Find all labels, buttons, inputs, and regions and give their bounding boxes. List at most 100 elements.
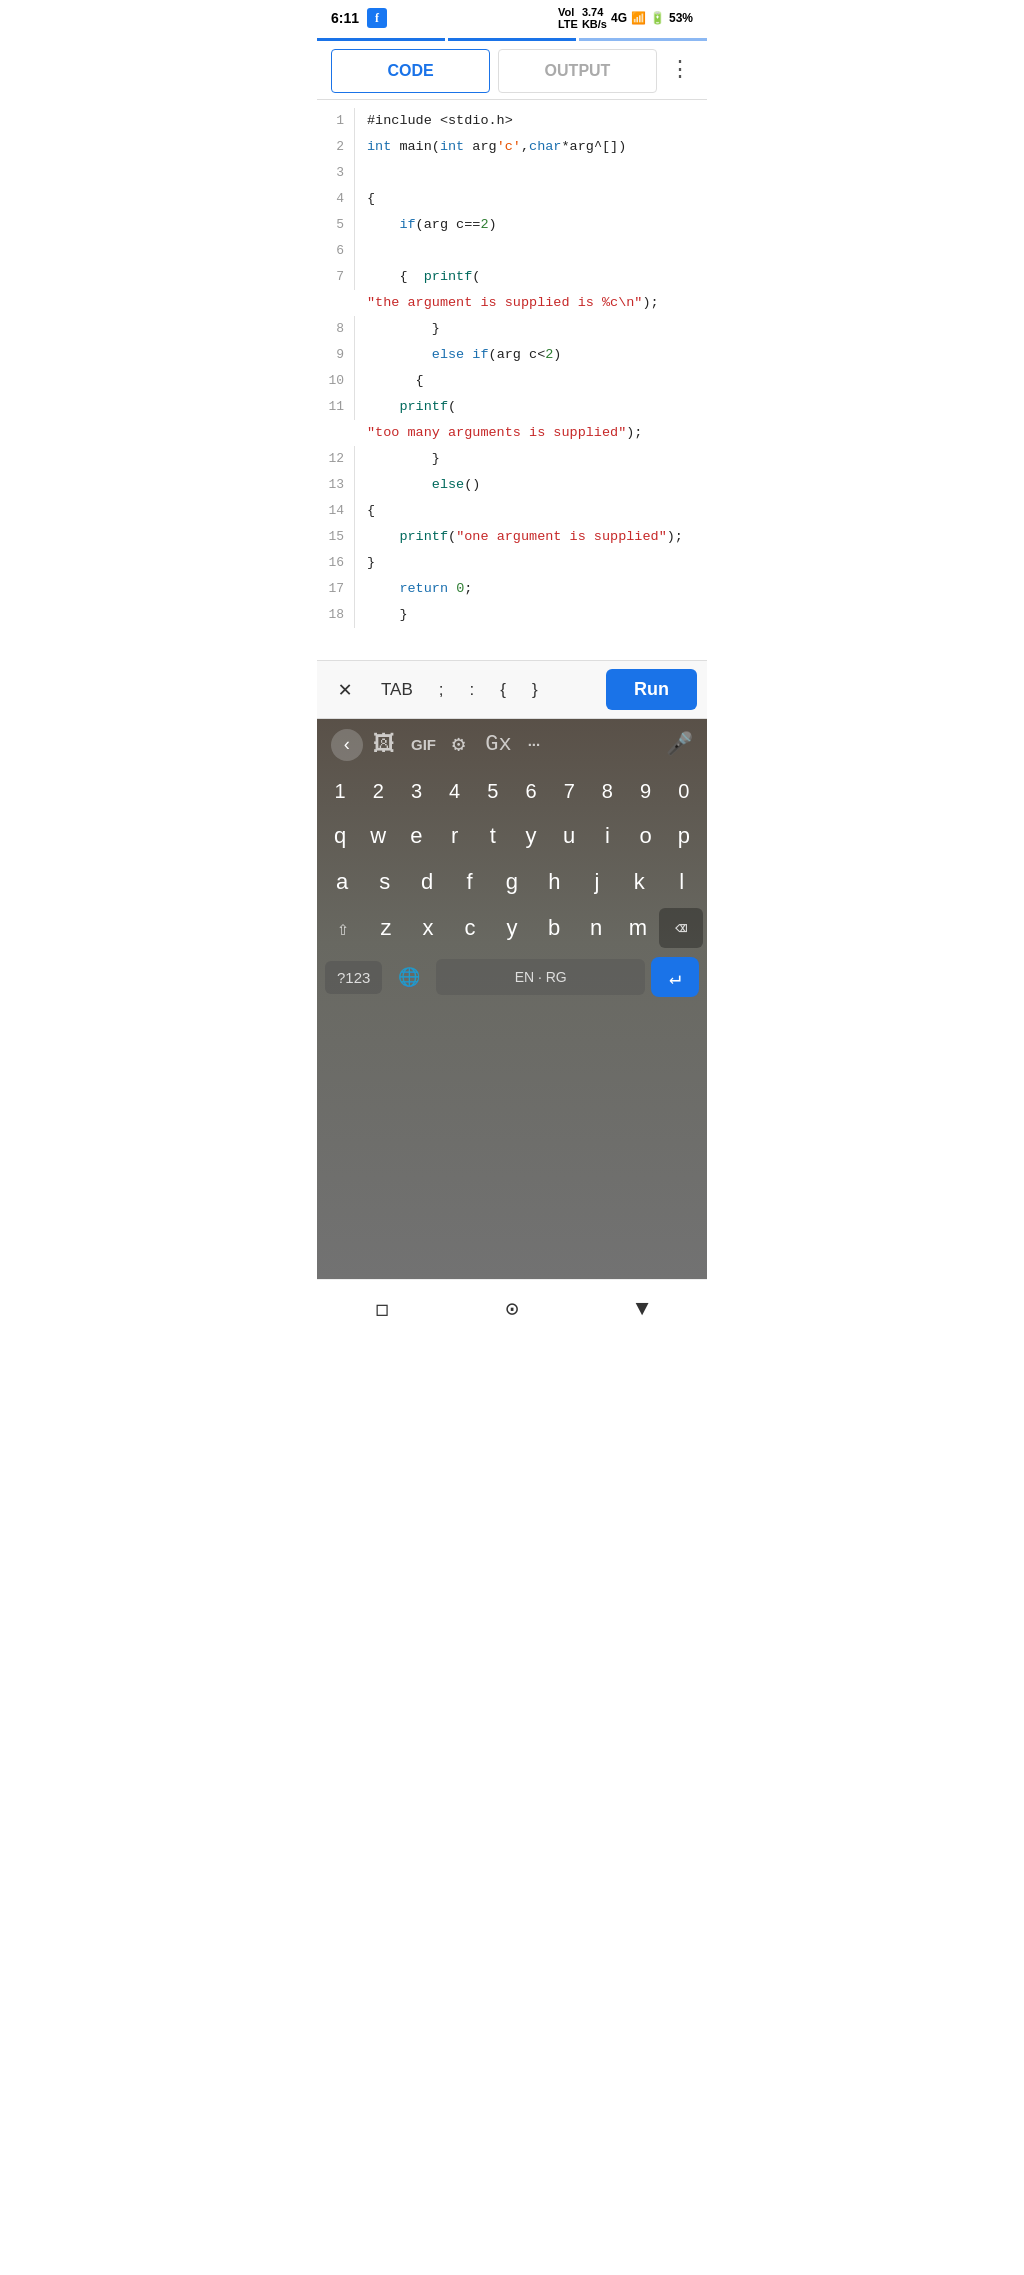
keyboard-z-row: ⇧ zxcybnm ⌫ [317,905,707,951]
key-q[interactable]: q [325,815,355,857]
key-y[interactable]: y [497,907,527,949]
nav-bar: ◻ ⊙ ▼ [317,1279,707,1339]
line-content[interactable]: printf("one argument is supplied"); [355,524,707,550]
tab-key[interactable]: TAB [373,676,421,704]
facebook-icon: f [367,8,387,28]
key-h[interactable]: h [539,861,569,903]
line-number: 12 [317,446,355,472]
key-u[interactable]: u [554,815,584,857]
network-info: VolLTE [558,6,578,30]
space-key[interactable]: EN · RG [436,959,645,995]
line-content[interactable]: { printf("the argument is supplied is %c… [355,264,707,316]
line-number: 3 [317,160,355,186]
key-1[interactable]: 1 [325,772,355,811]
key-8[interactable]: 8 [592,772,622,811]
more-options-icon[interactable]: ⋮ [661,60,697,82]
code-editor[interactable]: 1#include <stdio.h>2int main(int arg'c',… [317,100,707,660]
translate-icon[interactable]: Gx [475,728,521,761]
key-r[interactable]: r [440,815,470,857]
enter-key[interactable]: ↵ [651,957,699,997]
key-d[interactable]: d [412,861,442,903]
settings-icon[interactable]: ⚙ [442,727,475,762]
line-content[interactable]: } [355,602,707,628]
mic-icon[interactable]: 🎤 [666,731,693,758]
key-z[interactable]: z [371,907,401,949]
shift-key[interactable]: ⇧ [321,908,365,948]
recents-nav-icon[interactable]: ▼ [615,1291,668,1328]
key-l[interactable]: l [667,861,697,903]
key-e[interactable]: e [401,815,431,857]
key-g[interactable]: g [497,861,527,903]
key-3[interactable]: 3 [401,772,431,811]
progress-bar-1 [317,38,445,41]
colon-key[interactable]: : [462,676,483,704]
key-2[interactable]: 2 [363,772,393,811]
backspace-key[interactable]: ⌫ [659,908,703,948]
globe-icon[interactable]: 🌐 [388,962,430,992]
key-s[interactable]: s [370,861,400,903]
key-0[interactable]: 0 [669,772,699,811]
key-w[interactable]: w [363,815,393,857]
close-brace-key[interactable]: } [524,676,546,704]
code-line-4: 4{ [317,186,707,212]
line-content[interactable] [355,238,707,264]
key-f[interactable]: f [455,861,485,903]
line-content[interactable]: } [355,316,707,342]
line-content[interactable]: return 0; [355,576,707,602]
line-content[interactable] [355,160,707,186]
progress-bars [317,36,707,43]
key-b[interactable]: b [539,907,569,949]
emoji-icon[interactable]: 🖼 [363,727,405,762]
line-number: 8 [317,316,355,342]
line-content[interactable]: int main(int arg'c',char*arg^[]) [355,134,707,160]
key-t[interactable]: t [478,815,508,857]
code-line-9: 9 else if(arg c<2) [317,342,707,368]
key-m[interactable]: m [623,907,653,949]
time: 6:11 [331,10,359,26]
key-a[interactable]: a [327,861,357,903]
key-c[interactable]: c [455,907,485,949]
tab-output[interactable]: OUTPUT [498,49,657,93]
key-7[interactable]: 7 [554,772,584,811]
line-content[interactable]: { [355,186,707,212]
keyboard-number-row: 1234567890 [317,770,707,813]
close-button[interactable]: ✕ [327,672,363,708]
line-content[interactable]: printf("too many arguments is supplied")… [355,394,707,446]
gif-label[interactable]: GIF [405,732,442,757]
back-nav-icon[interactable]: ◻ [355,1290,408,1329]
key-5[interactable]: 5 [478,772,508,811]
key-y[interactable]: y [516,815,546,857]
key-o[interactable]: o [631,815,661,857]
key-i[interactable]: i [592,815,622,857]
line-content[interactable]: } [355,446,707,472]
line-number: 15 [317,524,355,550]
key-x[interactable]: x [413,907,443,949]
tab-bar: CODE OUTPUT ⋮ [317,43,707,100]
line-content[interactable]: { [355,498,707,524]
keyboard-a-row: asdfghjkl [317,859,707,905]
code-line-11: 11 printf("too many arguments is supplie… [317,394,707,446]
more-dots[interactable]: ··· [522,732,547,757]
key-4[interactable]: 4 [440,772,470,811]
keyboard-left-arrow[interactable]: ‹ [331,729,363,761]
key-6[interactable]: 6 [516,772,546,811]
battery-level: 53% [669,11,693,25]
line-content[interactable]: { [355,368,707,394]
line-content[interactable]: } [355,550,707,576]
run-button[interactable]: Run [606,669,697,710]
tab-code[interactable]: CODE [331,49,490,93]
line-content[interactable]: else() [355,472,707,498]
open-brace-key[interactable]: { [492,676,514,704]
key-n[interactable]: n [581,907,611,949]
line-content[interactable]: else if(arg c<2) [355,342,707,368]
signal-bars: 📶 [631,11,646,25]
key-9[interactable]: 9 [631,772,661,811]
key-k[interactable]: k [624,861,654,903]
home-nav-icon[interactable]: ⊙ [485,1290,538,1329]
line-content[interactable]: if(arg c==2) [355,212,707,238]
numeric-switch-key[interactable]: ?123 [325,961,382,994]
key-p[interactable]: p [669,815,699,857]
semicolon-key[interactable]: ; [431,676,452,704]
key-j[interactable]: j [582,861,612,903]
line-content[interactable]: #include <stdio.h> [355,108,707,134]
